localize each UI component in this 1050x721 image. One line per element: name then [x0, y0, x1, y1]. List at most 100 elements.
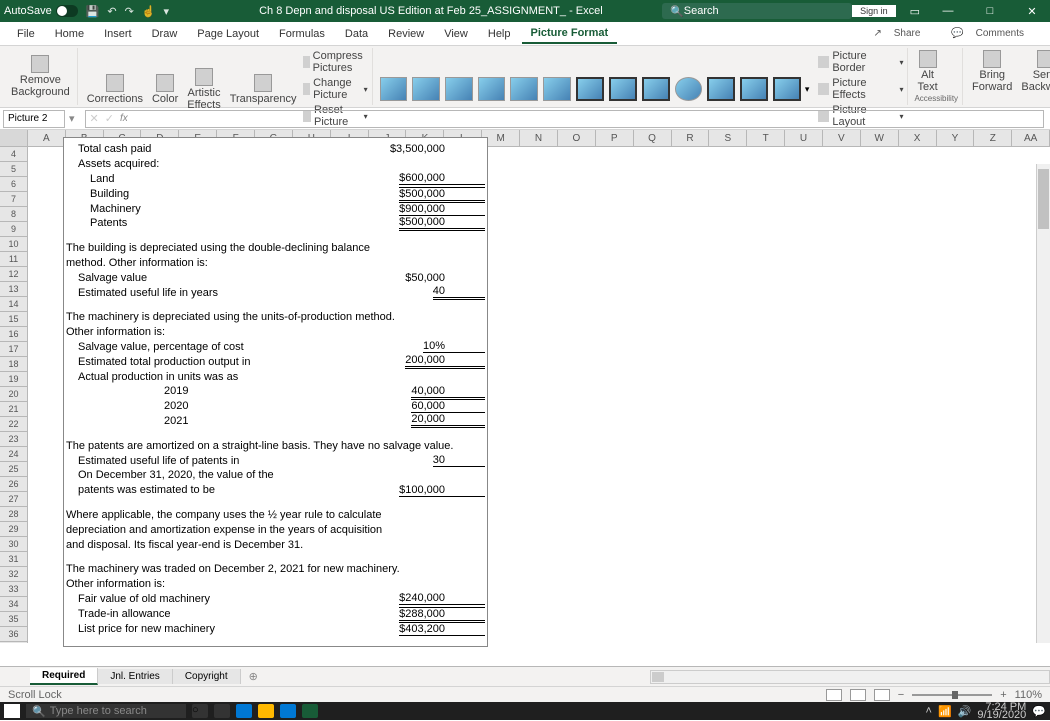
excel-icon[interactable] [302, 704, 318, 718]
horizontal-scrollbar[interactable] [650, 670, 1050, 684]
pic-style-13[interactable] [773, 77, 801, 101]
menu-formulas[interactable]: Formulas [270, 25, 334, 43]
tab-entries[interactable]: Jnl. Entries [98, 669, 172, 684]
col-X[interactable]: X [899, 130, 937, 146]
edge-icon[interactable] [236, 704, 252, 718]
zoom-in-button[interactable]: + [1000, 689, 1006, 701]
col-R[interactable]: R [672, 130, 710, 146]
pic-style-1[interactable] [380, 77, 408, 101]
redo-icon[interactable]: ↷ [125, 5, 134, 18]
minimize-button[interactable]: — [934, 5, 962, 17]
col-T[interactable]: T [747, 130, 785, 146]
zoom-slider[interactable] [912, 694, 992, 696]
close-button[interactable]: ✕ [1018, 5, 1046, 18]
tab-required[interactable]: Required [30, 668, 98, 685]
menu-help[interactable]: Help [479, 25, 520, 43]
pic-style-5[interactable] [510, 77, 538, 101]
signin-button[interactable]: Sign in [852, 5, 896, 17]
menu-insert[interactable]: Insert [95, 25, 141, 43]
col-Y[interactable]: Y [937, 130, 975, 146]
tab-copyright[interactable]: Copyright [173, 669, 241, 684]
maximize-button[interactable]: □ [976, 5, 1004, 17]
taskview-icon[interactable] [214, 704, 230, 718]
pic-style-9[interactable] [642, 77, 670, 101]
cortana-icon[interactable]: ○ [192, 704, 208, 718]
color-button[interactable]: Color [149, 73, 181, 106]
pic-style-12[interactable] [740, 77, 768, 101]
remove-bg-button[interactable]: Remove Background [8, 54, 73, 99]
pic-style-8[interactable] [609, 77, 637, 101]
pic-style-10[interactable] [675, 77, 703, 101]
menu-home[interactable]: Home [46, 25, 93, 43]
col-V[interactable]: V [823, 130, 861, 146]
col-AA[interactable]: AA [1012, 130, 1050, 146]
share-button[interactable]: ↗ Share [865, 25, 939, 42]
corrections-button[interactable]: Corrections [84, 73, 146, 106]
pic-border-button[interactable]: Picture Border ▾ [818, 49, 903, 75]
menu-file[interactable]: File [8, 25, 44, 43]
change-pic-button[interactable]: Change Picture ▾ [303, 76, 368, 102]
menu-draw[interactable]: Draw [143, 25, 187, 43]
save-icon[interactable]: 💾 [86, 5, 100, 18]
notifications-icon[interactable]: 💬 [1032, 705, 1046, 718]
row-headers: 4567891011121314151617181920212223242526… [0, 147, 28, 643]
col-O[interactable]: O [558, 130, 596, 146]
col-P[interactable]: P [596, 130, 634, 146]
mail-icon[interactable] [280, 704, 296, 718]
menu-data[interactable]: Data [336, 25, 377, 43]
pic-style-6[interactable] [543, 77, 571, 101]
taskbar-search[interactable]: 🔍Type here to search [26, 704, 186, 718]
clock-date[interactable]: 9/19/2020 [977, 711, 1026, 719]
col-A[interactable]: A [28, 130, 66, 146]
col-U[interactable]: U [785, 130, 823, 146]
pic-effects-button[interactable]: Picture Effects ▾ [818, 76, 903, 102]
zoom-level[interactable]: 110% [1015, 689, 1042, 701]
fx-icon[interactable]: fx [120, 113, 128, 124]
transparency-button[interactable]: Transparency [227, 73, 300, 106]
touch-icon[interactable]: ☝ [142, 5, 156, 18]
vertical-scrollbar[interactable] [1036, 164, 1050, 643]
page-break-button[interactable] [874, 689, 890, 701]
search-box[interactable]: 🔍 Search [662, 3, 852, 19]
undo-icon[interactable]: ↶ [107, 5, 116, 18]
volume-icon[interactable]: 🔊 [958, 705, 972, 718]
compress-button[interactable]: Compress Pictures [303, 49, 368, 75]
name-box[interactable] [3, 110, 65, 128]
autosave-toggle[interactable]: AutoSave [4, 5, 78, 17]
zoom-out-button[interactable]: − [898, 689, 904, 701]
col-Q[interactable]: Q [634, 130, 672, 146]
col-W[interactable]: W [861, 130, 899, 146]
bring-forward-button[interactable]: Bring Forward [969, 49, 1015, 94]
enter-icon[interactable]: ✓ [105, 112, 114, 125]
menu-view[interactable]: View [435, 25, 477, 43]
formula-bar[interactable]: ✕ ✓ fx [85, 110, 1044, 128]
explorer-icon[interactable] [258, 704, 274, 718]
alt-text-button[interactable]: Alt Text [914, 49, 940, 94]
select-all-triangle[interactable] [0, 130, 28, 146]
menu-page-layout[interactable]: Page Layout [188, 25, 268, 43]
start-button[interactable] [4, 704, 20, 718]
ribbon-mode-icon[interactable]: ▭ [910, 5, 920, 18]
col-S[interactable]: S [709, 130, 747, 146]
col-N[interactable]: N [520, 130, 558, 146]
pic-style-3[interactable] [445, 77, 473, 101]
new-sheet-button[interactable]: ⊕ [241, 668, 266, 685]
artistic-button[interactable]: Artistic Effects [184, 67, 223, 112]
pic-style-11[interactable] [707, 77, 735, 101]
normal-view-button[interactable] [826, 689, 842, 701]
comments-button[interactable]: 💬 Comments [942, 25, 1042, 42]
embedded-picture[interactable]: Total cash paid$3,500,000 Assets acquire… [63, 137, 488, 647]
menubar: File Home Insert Draw Page Layout Formul… [0, 22, 1050, 46]
cancel-icon[interactable]: ✕ [90, 112, 99, 125]
pic-style-7[interactable] [576, 77, 604, 101]
wifi-icon[interactable]: 📶 [938, 705, 952, 718]
cell-area[interactable]: Total cash paid$3,500,000 Assets acquire… [28, 147, 1050, 643]
col-Z[interactable]: Z [974, 130, 1012, 146]
pic-style-4[interactable] [478, 77, 506, 101]
pic-style-2[interactable] [412, 77, 440, 101]
tray-chevron-icon[interactable]: ˄ [926, 705, 932, 717]
menu-picture-format[interactable]: Picture Format [522, 24, 618, 44]
send-backward-button[interactable]: Send Backward [1018, 49, 1050, 94]
menu-review[interactable]: Review [379, 25, 433, 43]
page-layout-button[interactable] [850, 689, 866, 701]
